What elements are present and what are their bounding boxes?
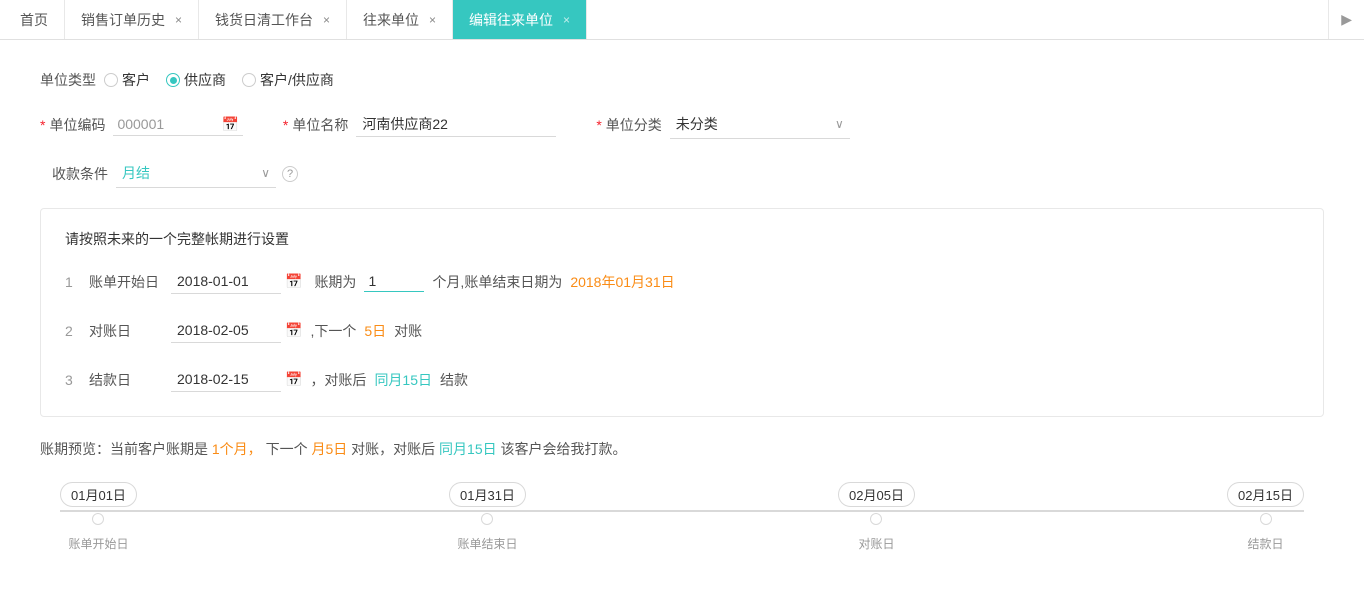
setting-row2-note-suf: 对账 bbox=[394, 321, 422, 341]
payment-terms-label: 收款条件 bbox=[52, 164, 108, 184]
setting-row3-note-pre: ，对账后 bbox=[310, 370, 366, 390]
setting-row1-mid: 账期为 bbox=[314, 272, 356, 292]
payment-terms-row: 收款条件 月结 ∨ ? bbox=[40, 159, 1324, 188]
payment-terms-value: 月结 bbox=[122, 163, 257, 183]
preview-prefix: 账期预览：当前客户账期是 bbox=[40, 441, 208, 457]
setting-row3-highlight: 同月15日 bbox=[374, 370, 432, 390]
setting-label-2: 对账日 bbox=[89, 321, 159, 341]
unit-classify-star: * bbox=[596, 117, 601, 133]
unit-code-group: * 单位编码 📅 bbox=[40, 114, 243, 136]
timeline-node-2: 01月31日 账单结束日 bbox=[449, 482, 526, 552]
unit-classify-label: 单位分类 bbox=[606, 115, 662, 135]
unit-code-wrap: 📅 bbox=[113, 114, 242, 136]
unit-classify-group: * 单位分类 未分类 ∨ bbox=[596, 110, 849, 139]
setting-label-3: 结款日 bbox=[89, 370, 159, 390]
radio-customer[interactable]: 客户 bbox=[104, 70, 150, 90]
radio-circle-both bbox=[242, 73, 256, 87]
payment-terms-arrow: ∨ bbox=[261, 166, 270, 180]
unit-classify-dropdown[interactable]: 未分类 ∨ bbox=[670, 110, 850, 139]
timeline-badge-3: 02月05日 bbox=[838, 482, 915, 507]
preview-middle2: 对账，对账后 bbox=[351, 441, 435, 457]
tab-edit-partner[interactable]: 编辑往来单位 × bbox=[453, 0, 587, 39]
reconcile-date-input[interactable] bbox=[171, 318, 281, 343]
setting-row1-end-date: 2018年01月31日 bbox=[570, 272, 674, 292]
radio-circle-customer bbox=[104, 73, 118, 87]
start-date-input[interactable] bbox=[171, 269, 281, 294]
setting-row3-note-suf: 结款 bbox=[440, 370, 468, 390]
preview-middle: 下一个 bbox=[266, 441, 308, 457]
timeline-node-4: 02月15日 结款日 bbox=[1227, 482, 1304, 552]
tab-more-arrow[interactable]: ▶ bbox=[1328, 0, 1364, 39]
setting-row-1: 1 账单开始日 📅 账期为 个月,账单结束日期为 2018年01月31日 bbox=[65, 269, 1299, 294]
unit-code-input[interactable] bbox=[117, 116, 217, 132]
tab-partner-units[interactable]: 往来单位 × bbox=[347, 0, 453, 39]
preview-highlight3: 同月15日 bbox=[439, 441, 497, 457]
payment-date-cal-icon[interactable]: 📅 bbox=[285, 371, 302, 388]
preview-highlight1: 1个月， bbox=[212, 441, 262, 457]
radio-both[interactable]: 客户/供应商 bbox=[242, 70, 334, 90]
radio-circle-supplier bbox=[166, 73, 180, 87]
timeline-label-4: 结款日 bbox=[1248, 535, 1284, 552]
unit-info-row: * 单位编码 📅 * 单位名称 * 单位分类 未分类 ∨ bbox=[40, 110, 1324, 139]
unit-name-group: * 单位名称 bbox=[283, 112, 556, 137]
setting-row2-note-pre: ,下一个 bbox=[310, 321, 356, 341]
unit-name-input[interactable] bbox=[356, 112, 556, 137]
tab-cash-reconciliation[interactable]: 钱货日清工作台 × bbox=[199, 0, 347, 39]
timeline-dot-4 bbox=[1260, 513, 1272, 525]
tab-bar: 首页 销售订单历史 × 钱货日清工作台 × 往来单位 × 编辑往来单位 × ▶ bbox=[0, 0, 1364, 40]
unit-name-star: * bbox=[283, 117, 288, 133]
timeline-dot-2 bbox=[481, 513, 493, 525]
timeline-node-1: 01月01日 账单开始日 bbox=[60, 482, 137, 552]
timeline-badge-1: 01月01日 bbox=[60, 482, 137, 507]
timeline-label-2: 账单结束日 bbox=[457, 535, 517, 552]
timeline-badge-2: 01月31日 bbox=[449, 482, 526, 507]
help-icon[interactable]: ? bbox=[282, 166, 298, 182]
timeline-label-3: 对账日 bbox=[858, 535, 894, 552]
tab-close-edit-partner[interactable]: × bbox=[563, 13, 570, 27]
period-input[interactable] bbox=[364, 271, 424, 292]
setting-num-3: 3 bbox=[65, 372, 89, 388]
timeline-dot-1 bbox=[92, 513, 104, 525]
timeline-badge-4: 02月15日 bbox=[1227, 482, 1304, 507]
timeline-node-3: 02月05日 对账日 bbox=[838, 482, 915, 552]
preview-suffix: 该客户会给我打款。 bbox=[501, 441, 627, 457]
unit-type-label: 单位类型 bbox=[40, 70, 96, 90]
setting-num-1: 1 bbox=[65, 274, 89, 290]
payment-date-input[interactable] bbox=[171, 367, 281, 392]
settings-section: 请按照未来的一个完整帐期进行设置 1 账单开始日 📅 账期为 个月,账单结束日期… bbox=[40, 208, 1324, 417]
preview-highlight2: 月5日 bbox=[311, 441, 347, 457]
setting-row-3: 3 结款日 📅 ，对账后 同月15日 结款 bbox=[65, 367, 1299, 392]
main-content: 单位类型 客户 供应商 客户/供应商 * 单位编码 📅 bbox=[0, 40, 1364, 612]
start-date-cal-icon[interactable]: 📅 bbox=[285, 273, 302, 290]
tab-home[interactable]: 首页 bbox=[0, 0, 65, 39]
unit-type-row: 单位类型 客户 供应商 客户/供应商 bbox=[40, 70, 1324, 90]
reconcile-date-cal-icon[interactable]: 📅 bbox=[285, 322, 302, 339]
unit-code-label: 单位编码 bbox=[49, 115, 105, 135]
unit-code-calendar-icon[interactable]: 📅 bbox=[221, 116, 238, 133]
tab-sales-order-history[interactable]: 销售订单历史 × bbox=[65, 0, 199, 39]
unit-code-star: * bbox=[40, 117, 45, 133]
tab-close-partner-units[interactable]: × bbox=[429, 13, 436, 27]
setting-row2-highlight: 5日 bbox=[364, 321, 386, 341]
setting-label-1: 账单开始日 bbox=[89, 272, 159, 292]
tab-close-cash-reconciliation[interactable]: × bbox=[323, 13, 330, 27]
payment-terms-dropdown[interactable]: 月结 ∨ bbox=[116, 159, 276, 188]
radio-supplier[interactable]: 供应商 bbox=[166, 70, 226, 90]
setting-row1-note-pre: 个月,账单结束日期为 bbox=[432, 272, 562, 292]
setting-num-2: 2 bbox=[65, 323, 89, 339]
timeline-label-1: 账单开始日 bbox=[68, 535, 128, 552]
preview-text: 账期预览：当前客户账期是 1个月， 下一个 月5日 对账，对账后 同月15日 该… bbox=[40, 437, 1324, 462]
unit-classify-arrow: ∨ bbox=[835, 117, 844, 131]
setting-row-2: 2 对账日 📅 ,下一个 5日 对账 bbox=[65, 318, 1299, 343]
unit-type-radio-group: 客户 供应商 客户/供应商 bbox=[104, 70, 334, 90]
timeline-nodes: 01月01日 账单开始日 01月31日 账单结束日 02月05日 对账日 02月… bbox=[60, 482, 1304, 552]
tab-close-sales-order-history[interactable]: × bbox=[175, 13, 182, 27]
timeline-dot-3 bbox=[870, 513, 882, 525]
unit-name-label: 单位名称 bbox=[292, 115, 348, 135]
section-title: 请按照未来的一个完整帐期进行设置 bbox=[65, 229, 1299, 249]
unit-classify-value: 未分类 bbox=[676, 114, 831, 134]
timeline-container: 01月01日 账单开始日 01月31日 账单结束日 02月05日 对账日 02月… bbox=[40, 482, 1324, 582]
